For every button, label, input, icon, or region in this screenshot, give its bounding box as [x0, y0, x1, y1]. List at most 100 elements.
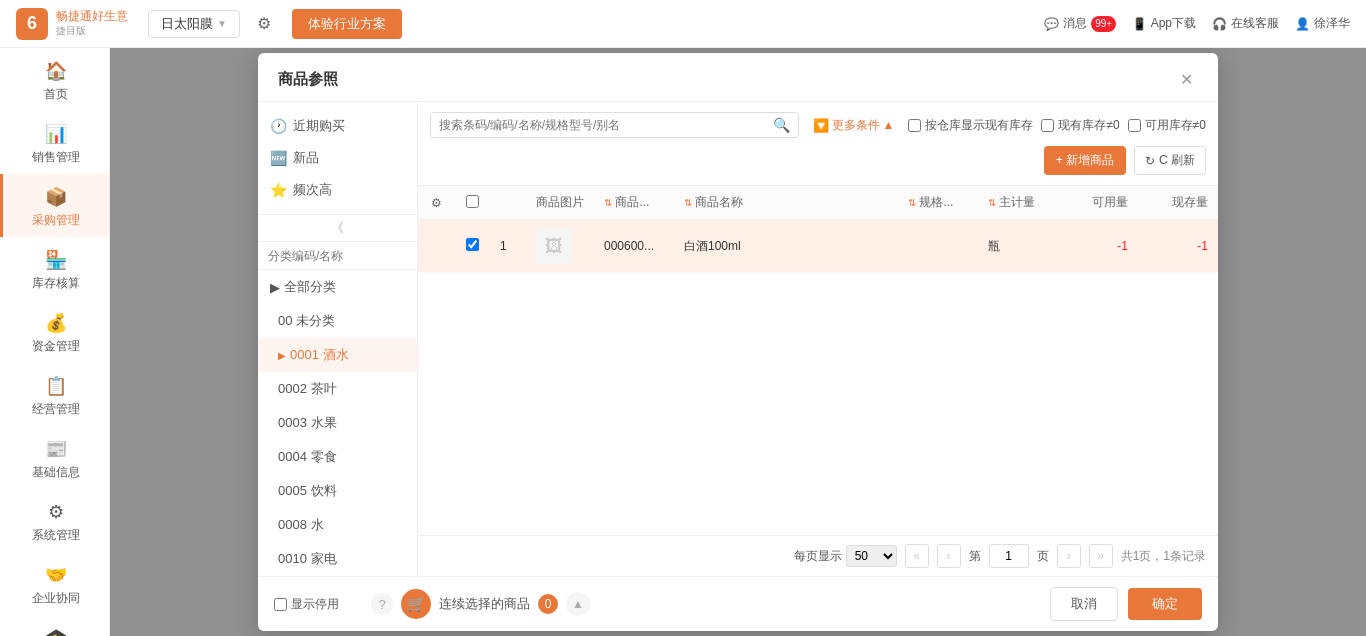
confirm-button[interactable]: 确定 [1128, 588, 1202, 620]
td-check[interactable] [454, 220, 490, 273]
cat-item-snack[interactable]: 0004 零食 [258, 440, 417, 474]
last-page-button[interactable]: » [1089, 544, 1113, 568]
show-disabled-checkbox-label[interactable]: 显示停用 [274, 596, 339, 613]
product-image-icon: 🖼 [545, 236, 563, 257]
prev-page-button[interactable]: ‹ [937, 544, 961, 568]
quick-frequent[interactable]: ⭐ 频次高 [258, 174, 417, 206]
page-size-select[interactable]: 50 100 200 [846, 545, 897, 567]
th-unit[interactable]: ⇅ 主计量 [978, 186, 1058, 220]
warehouse-checkbox[interactable] [908, 119, 921, 132]
sidebar-item-label: 首页 [44, 86, 68, 103]
td-unit: 瓶 [978, 220, 1058, 273]
cancel-button[interactable]: 取消 [1050, 587, 1118, 621]
settings-icon[interactable]: ⚙ [248, 8, 280, 40]
user-profile[interactable]: 👤 徐泽华 [1295, 15, 1350, 32]
cat-item-tea[interactable]: 0002 茶叶 [258, 372, 417, 406]
select-all-checkbox[interactable] [466, 195, 479, 208]
basicinfo-icon: 📰 [45, 438, 67, 460]
td-spec [898, 220, 978, 273]
cat-item-all[interactable]: ▶ 全部分类 [258, 270, 417, 304]
product-thumbnail: 🖼 [536, 228, 572, 264]
cat-item-alcohol[interactable]: ▶ 0001 酒水 [258, 338, 417, 372]
online-service-button[interactable]: 🎧 在线客服 [1212, 15, 1279, 32]
sidebar: 🏠 首页 📊 销售管理 📦 采购管理 🏪 库存核算 💰 资金管理 📋 经营管理 … [0, 48, 110, 636]
sort-icon: ⇅ [988, 197, 996, 208]
show-disabled-checkbox[interactable] [274, 598, 287, 611]
enterprise-icon: 🤝 [45, 564, 67, 586]
new-icon: 🆕 [270, 150, 287, 166]
quick-new[interactable]: 🆕 新品 [258, 142, 417, 174]
sidebar-item-label: 库存核算 [32, 275, 80, 292]
product-search-box: 🔍 [430, 112, 799, 138]
user-icon: 👤 [1295, 17, 1310, 31]
mobile-icon: 📱 [1132, 17, 1147, 31]
first-page-button[interactable]: « [905, 544, 929, 568]
sidebar-item-sales[interactable]: 📊 销售管理 [0, 111, 109, 174]
refresh-button[interactable]: ↻ C 刷新 [1134, 146, 1206, 175]
sidebar-item-home[interactable]: 🏠 首页 [0, 48, 109, 111]
category-search-input[interactable] [268, 249, 418, 263]
sidebar-item-inventory[interactable]: 🏪 库存核算 [0, 237, 109, 300]
sidebar-item-finance[interactable]: 💰 资金管理 [0, 300, 109, 363]
chevron-down-icon: ▼ [217, 18, 227, 29]
sidebar-item-guide[interactable]: 🎓 新手引导 [0, 615, 109, 636]
row-checkbox[interactable] [466, 238, 479, 251]
filter-button[interactable]: 🔽 更多条件 ▲ [807, 113, 901, 138]
sidebar-item-purchase[interactable]: 📦 采购管理 [0, 174, 109, 237]
next-page-button[interactable]: › [1057, 544, 1081, 568]
product-search-input[interactable] [439, 118, 769, 132]
modal-close-button[interactable]: ✕ [1174, 67, 1198, 91]
nonzero-checkbox[interactable] [1041, 119, 1054, 132]
quick-section: 🕐 近期购买 🆕 新品 ⭐ 频次高 [258, 102, 417, 215]
headset-icon: 🎧 [1212, 17, 1227, 31]
table-row[interactable]: 1 🖼 000600... [418, 220, 1218, 273]
topnav: 6 畅捷通好生意 捷目版 日太阳膜 ▼ ⚙ 体验行业方案 💬 消息 99+ 📱 … [0, 0, 1366, 48]
th-settings[interactable]: ⚙ [418, 186, 454, 220]
chevron-left-icon: 《 [331, 219, 344, 237]
td-available: -1 [1058, 220, 1138, 273]
th-name[interactable]: ⇅ 商品名称 [674, 186, 898, 220]
product-data-table: ⚙ 商品图片 [418, 186, 1218, 273]
sales-icon: 📊 [45, 123, 67, 145]
app-download-button[interactable]: 📱 App下载 [1132, 15, 1196, 32]
sidebar-item-label: 系统管理 [32, 527, 80, 544]
sidebar-item-operations[interactable]: 📋 经营管理 [0, 363, 109, 426]
page-size-selector: 每页显示 50 100 200 [794, 545, 897, 567]
cat-item-water[interactable]: 0008 水 [258, 508, 417, 542]
cat-item-uncategorized[interactable]: 00 未分类 [258, 304, 417, 338]
usable-checkbox[interactable] [1128, 119, 1141, 132]
th-code[interactable]: ⇅ 商品... [594, 186, 674, 220]
category-collapse-button[interactable]: 《 [258, 215, 417, 242]
footer-middle: ? 🛒 连续选择的商品 0 ▲ [371, 589, 590, 619]
page-number-input[interactable] [989, 544, 1029, 568]
footer-collapse-button[interactable]: ▲ [566, 592, 590, 616]
sidebar-item-label: 销售管理 [32, 149, 80, 166]
nonzero-checkbox-label[interactable]: 现有库存≠0 [1041, 117, 1119, 134]
page-total: 共1页，1条记录 [1121, 548, 1206, 565]
sidebar-item-system[interactable]: ⚙ 系统管理 [0, 489, 109, 552]
cat-item-appliance[interactable]: 0010 家电 [258, 542, 417, 576]
th-check[interactable] [454, 186, 490, 220]
product-table: ⚙ 商品图片 [418, 186, 1218, 535]
sidebar-item-basicinfo[interactable]: 📰 基础信息 [0, 426, 109, 489]
cat-item-fruit[interactable]: 0003 水果 [258, 406, 417, 440]
trial-button[interactable]: 体验行业方案 [292, 9, 402, 39]
sidebar-item-enterprise[interactable]: 🤝 企业协同 [0, 552, 109, 615]
td-num: 1 [490, 220, 526, 273]
th-spec[interactable]: ⇅ 规格... [898, 186, 978, 220]
warehouse-checkbox-label[interactable]: 按仓库显示现有库存 [908, 117, 1033, 134]
th-image: 商品图片 [526, 186, 594, 220]
sort-icon: ⇅ [684, 197, 692, 208]
messages-button[interactable]: 💬 消息 99+ [1044, 15, 1115, 32]
search-icon[interactable]: 🔍 [773, 117, 790, 133]
cat-item-beverage[interactable]: 0005 饮料 [258, 474, 417, 508]
td-name: 白酒100ml [674, 220, 898, 273]
category-panel: 🕐 近期购买 🆕 新品 ⭐ 频次高 [258, 102, 418, 576]
cart-button[interactable]: 🛒 [401, 589, 431, 619]
store-selector[interactable]: 日太阳膜 ▼ [148, 10, 240, 38]
usable-checkbox-label[interactable]: 可用库存≠0 [1128, 117, 1206, 134]
add-product-button[interactable]: + 新增商品 [1044, 146, 1126, 175]
quick-recent[interactable]: 🕐 近期购买 [258, 110, 417, 142]
product-reference-modal: 商品参照 ✕ 🕐 近期购买 🆕 [258, 53, 1218, 631]
help-icon[interactable]: ? [371, 593, 393, 615]
